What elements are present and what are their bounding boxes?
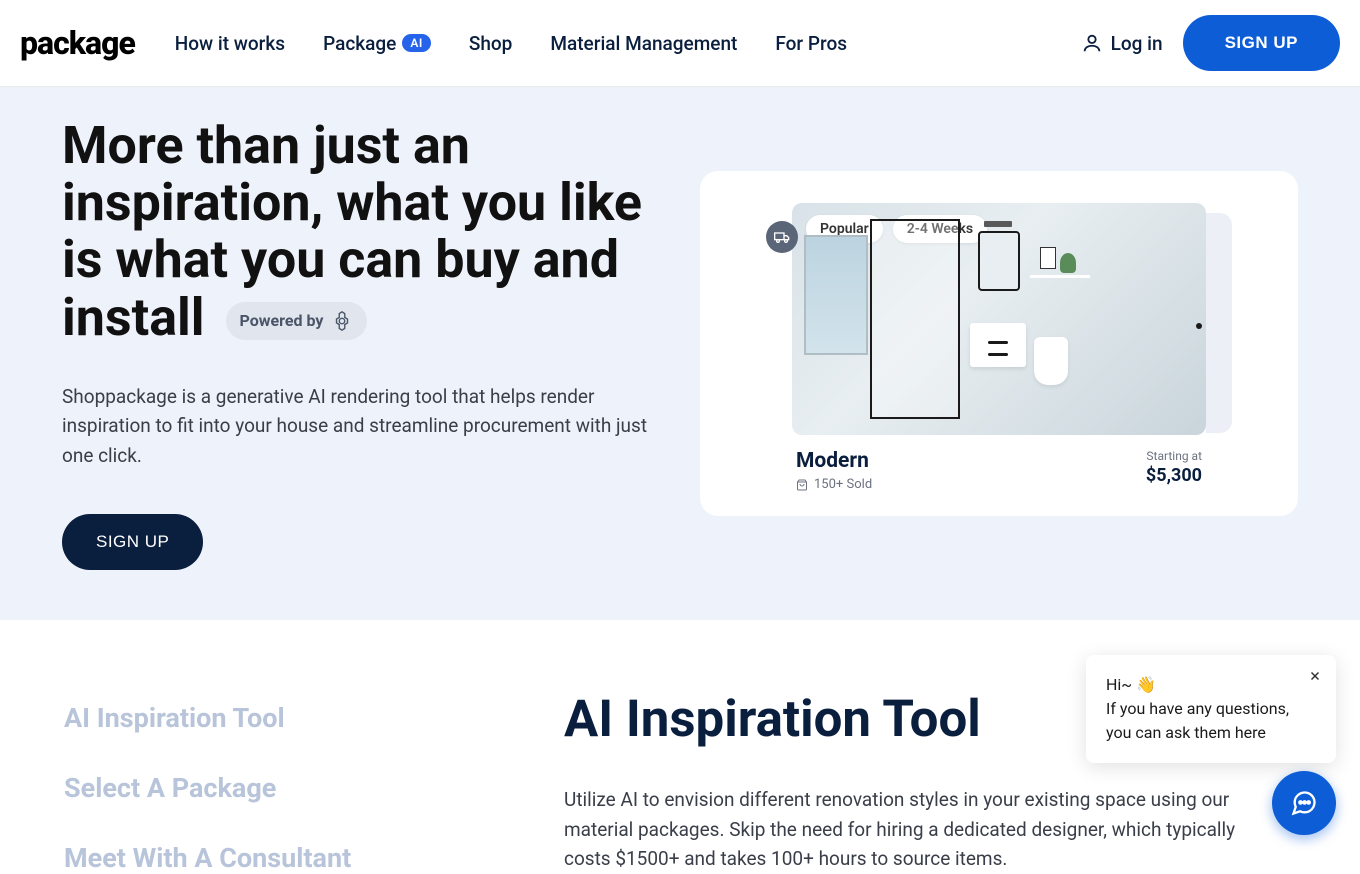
- user-icon: [1081, 32, 1103, 54]
- chat-icon: [1290, 789, 1318, 817]
- hero-left: More than just an inspiration, what you …: [62, 117, 660, 570]
- truck-icon: [774, 229, 790, 245]
- nav-for-pros[interactable]: For Pros: [775, 32, 847, 55]
- bathroom-shelf: [1030, 275, 1090, 278]
- card-info-right: Starting at $5,300: [1146, 449, 1202, 486]
- ai-badge: AI: [402, 34, 430, 52]
- card-sold-text: 150+ Sold: [814, 477, 872, 492]
- hero-title: More than just an inspiration, what you …: [62, 117, 660, 346]
- card-stack: Popular 2-4 Weeks: [792, 203, 1206, 492]
- primary-nav: How it works Package AI Shop Material Ma…: [175, 32, 1081, 55]
- card-title: Modern: [796, 449, 872, 473]
- login-label: Log in: [1111, 32, 1163, 55]
- hero-signup-button[interactable]: SIGN UP: [62, 514, 203, 570]
- powered-by-label: Powered by: [240, 312, 324, 330]
- bathroom-window: [804, 235, 868, 355]
- close-icon: [1308, 669, 1322, 683]
- openai-icon: [331, 310, 353, 332]
- bathroom-vanity: [970, 323, 1026, 367]
- nav-how-it-works[interactable]: How it works: [175, 32, 285, 55]
- product-card-container: Popular 2-4 Weeks: [700, 171, 1298, 516]
- card-price: $5,300: [1146, 465, 1202, 486]
- nav-shop[interactable]: Shop: [469, 32, 513, 55]
- chat-popup: Hi~ 👋 If you have any questions, you can…: [1086, 655, 1336, 763]
- features-nav: AI Inspiration Tool Select A Package Mee…: [64, 690, 504, 874]
- card-sold: 150+ Sold: [796, 477, 872, 492]
- feature-nav-ai-tool[interactable]: AI Inspiration Tool: [64, 702, 504, 734]
- bathroom-light: [984, 221, 1012, 227]
- card-price-label: Starting at: [1146, 449, 1202, 463]
- hero-section: More than just an inspiration, what you …: [0, 87, 1360, 620]
- bathroom-toilet: [1034, 337, 1068, 385]
- bathroom-plant: [1060, 253, 1076, 273]
- hero-description: Shoppackage is a generative AI rendering…: [62, 382, 660, 470]
- nav-material-management[interactable]: Material Management: [550, 32, 737, 55]
- chat-greeting: Hi~ 👋: [1106, 673, 1316, 697]
- feature-nav-select-package[interactable]: Select A Package: [64, 772, 504, 804]
- main-header: package How it works Package AI Shop Mat…: [0, 0, 1360, 87]
- powered-by-badge: Powered by: [226, 302, 368, 340]
- chat-fab-button[interactable]: [1272, 771, 1336, 835]
- chat-line-3: you can ask them here: [1106, 721, 1316, 745]
- bathroom-shower: [870, 219, 960, 419]
- header-right: Log in SIGN UP: [1081, 15, 1340, 71]
- chat-line-2: If you have any questions,: [1106, 697, 1316, 721]
- feature-nav-consultant[interactable]: Meet With A Consultant: [64, 842, 504, 874]
- bathroom-door-handle: [1196, 323, 1202, 329]
- card-footer: Modern 150+ Sold Starting at $5,300: [792, 435, 1206, 492]
- bag-icon: [796, 479, 808, 491]
- nav-package-ai[interactable]: Package AI: [323, 32, 431, 55]
- product-image: Popular 2-4 Weeks: [792, 203, 1206, 435]
- signup-button[interactable]: SIGN UP: [1183, 15, 1340, 71]
- login-link[interactable]: Log in: [1081, 32, 1163, 55]
- bathroom-mirror: [978, 231, 1020, 291]
- delivery-icon-badge: [766, 221, 798, 253]
- logo[interactable]: package: [20, 24, 135, 62]
- chat-close-button[interactable]: [1308, 667, 1322, 688]
- bathroom-frame: [1040, 247, 1056, 269]
- hero-right: Popular 2-4 Weeks: [700, 171, 1298, 516]
- features-description: Utilize AI to envision different renovat…: [564, 785, 1264, 873]
- card-info-left: Modern 150+ Sold: [796, 449, 872, 492]
- product-card[interactable]: Popular 2-4 Weeks: [792, 203, 1206, 492]
- nav-package-label: Package: [323, 32, 396, 55]
